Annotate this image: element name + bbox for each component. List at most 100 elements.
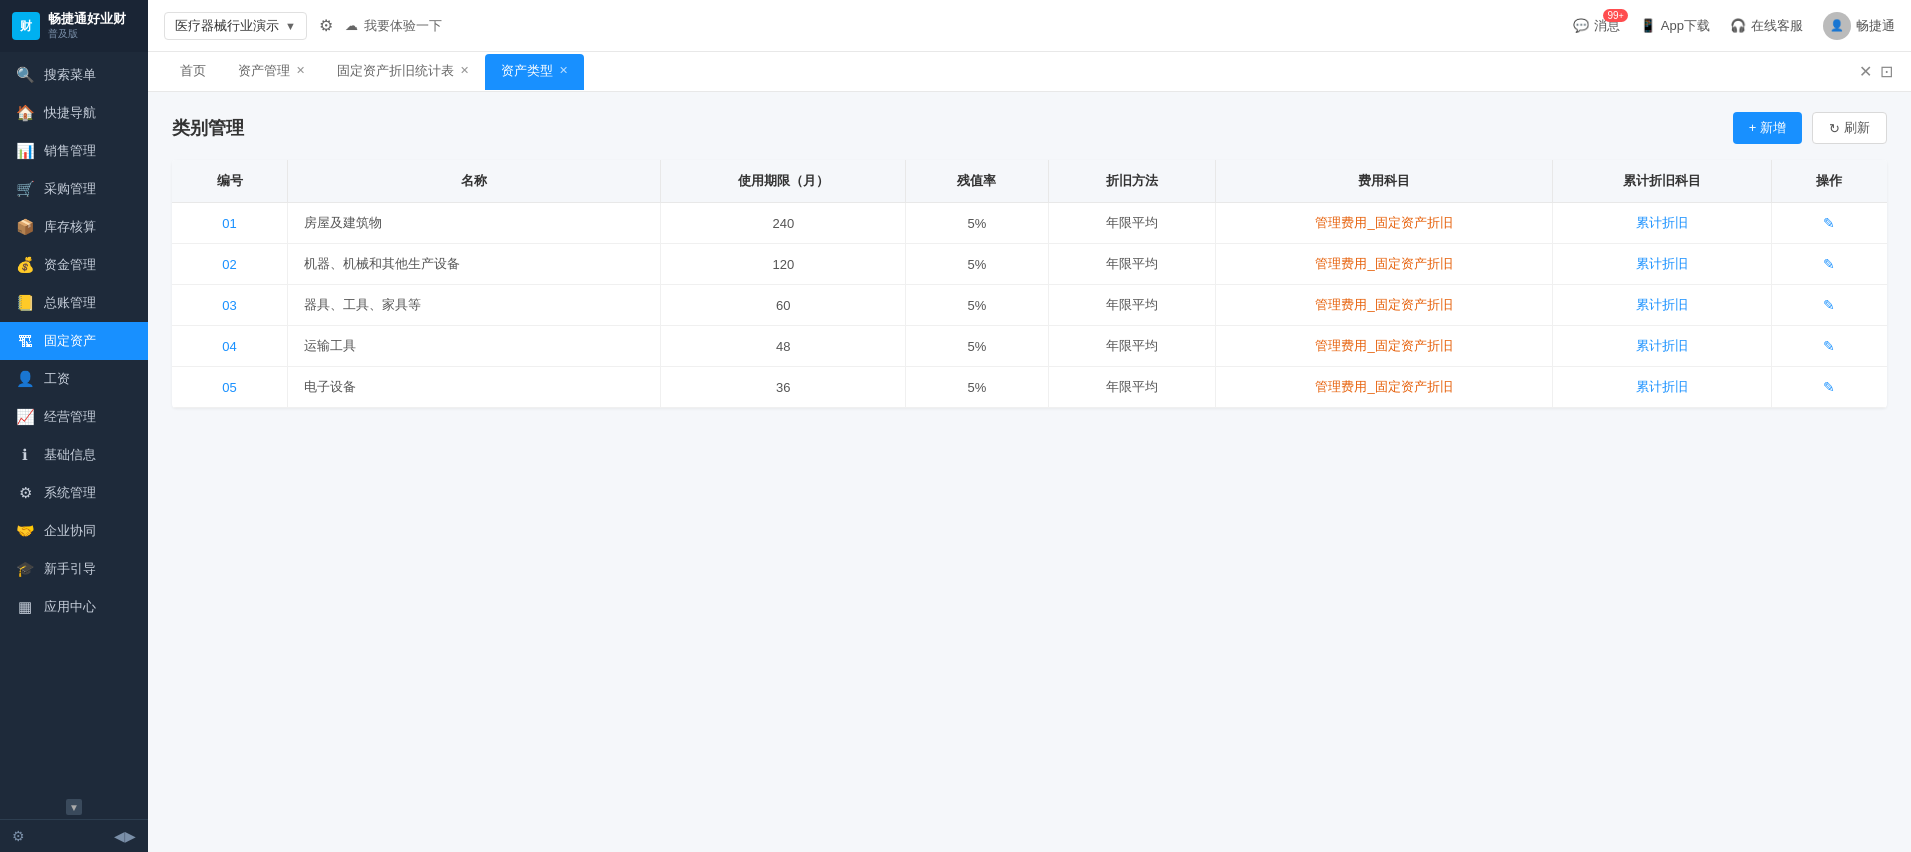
app-subtitle: 普及版 xyxy=(48,27,126,41)
sidebar-item-label: 基础信息 xyxy=(44,446,96,464)
sidebar-item-label: 快捷导航 xyxy=(44,104,96,122)
table-row: 05 电子设备 36 5% 年限平均 管理费用_固定资产折旧 累计折旧 ✎ xyxy=(172,367,1887,408)
cell-name: 运输工具 xyxy=(288,326,661,367)
cell-name: 机器、机械和其他生产设备 xyxy=(288,244,661,285)
business-icon: 📈 xyxy=(16,408,34,426)
new-button-label: + 新增 xyxy=(1749,119,1786,137)
experience-label: 我要体验一下 xyxy=(364,17,442,35)
cell-residual: 5% xyxy=(906,244,1048,285)
cell-residual: 5% xyxy=(906,326,1048,367)
company-selector[interactable]: 医疗器械行业演示 ▼ xyxy=(164,12,307,40)
sidebar-item-label: 新手引导 xyxy=(44,560,96,578)
topbar: 医疗器械行业演示 ▼ ⚙ ☁ 我要体验一下 💬 消息 99 📱 App下载 🎧 … xyxy=(148,0,1911,52)
system-icon: ⚙ xyxy=(16,484,34,502)
sidebar-item-guide[interactable]: 🎓 新手引导 xyxy=(0,550,148,588)
sidebar-item-payroll[interactable]: 👤 工资 xyxy=(0,360,148,398)
sidebar-item-business[interactable]: 📈 经营管理 xyxy=(0,398,148,436)
tab-资产管理[interactable]: 资产管理✕ xyxy=(222,54,321,90)
sidebar-item-label: 销售管理 xyxy=(44,142,96,160)
sidebar-item-label: 系统管理 xyxy=(44,484,96,502)
settings-icon[interactable]: ⚙ xyxy=(319,16,333,35)
collapse-icon[interactable]: ◀▶ xyxy=(114,828,136,844)
inventory-icon: 📦 xyxy=(16,218,34,236)
customer-service-label: 在线客服 xyxy=(1751,17,1803,35)
sidebar-item-quick-nav[interactable]: 🏠 快捷导航 xyxy=(0,94,148,132)
new-button[interactable]: + 新增 xyxy=(1733,112,1802,144)
sidebar-scroll-down[interactable]: ▼ xyxy=(66,799,82,815)
sidebar-item-purchase[interactable]: 🛒 采购管理 xyxy=(0,170,148,208)
sidebar-item-enterprise[interactable]: 🤝 企业协同 xyxy=(0,512,148,550)
user-name: 畅捷通 xyxy=(1856,17,1895,35)
cell-id: 03 xyxy=(172,285,288,326)
sidebar-item-label: 总账管理 xyxy=(44,294,96,312)
tab-close-icon[interactable]: ✕ xyxy=(460,64,469,77)
tab-close-icon[interactable]: ✕ xyxy=(559,64,568,77)
cell-accum: 累计折旧 xyxy=(1552,285,1771,326)
sidebar-item-fixed-assets[interactable]: 🏗 固定资产 xyxy=(0,322,148,360)
sidebar-item-label: 固定资产 xyxy=(44,332,96,350)
edit-icon[interactable]: ✎ xyxy=(1823,379,1835,395)
sidebar-item-ledger[interactable]: 📒 总账管理 xyxy=(0,284,148,322)
asset-type-table: 编号名称使用期限（月）残值率折旧方法费用科目累计折旧科目操作 01 房屋及建筑物… xyxy=(172,160,1887,408)
col-header: 残值率 xyxy=(906,160,1048,203)
tab-close-icon[interactable]: ✕ xyxy=(296,64,305,77)
refresh-label: 刷新 xyxy=(1844,119,1870,137)
table-header-row: 编号名称使用期限（月）残值率折旧方法费用科目累计折旧科目操作 xyxy=(172,160,1887,203)
cell-fee: 管理费用_固定资产折旧 xyxy=(1216,203,1552,244)
cell-residual: 5% xyxy=(906,367,1048,408)
edit-icon[interactable]: ✎ xyxy=(1823,338,1835,354)
page-header: 类别管理 + 新增 ↻ 刷新 xyxy=(172,112,1887,144)
cell-id: 01 xyxy=(172,203,288,244)
tab-固定资产折旧统计表[interactable]: 固定资产折旧统计表 ✕ xyxy=(321,54,485,90)
table-row: 03 器具、工具、家具等 60 5% 年限平均 管理费用_固定资产折旧 累计折旧… xyxy=(172,285,1887,326)
col-header: 累计折旧科目 xyxy=(1552,160,1771,203)
sidebar-item-app-center[interactable]: ▦ 应用中心 xyxy=(0,588,148,626)
customer-service-btn[interactable]: 🎧 在线客服 xyxy=(1730,17,1803,35)
page-title: 类别管理 xyxy=(172,116,244,140)
tab-资产类型[interactable]: 资产类型✕ xyxy=(485,54,584,90)
customer-service-icon: 🎧 xyxy=(1730,18,1746,33)
sidebar-item-label: 搜索菜单 xyxy=(44,66,96,84)
main-area: 医疗器械行业演示 ▼ ⚙ ☁ 我要体验一下 💬 消息 99 📱 App下载 🎧 … xyxy=(148,0,1911,852)
col-header: 编号 xyxy=(172,160,288,203)
sidebar-item-inventory[interactable]: 📦 库存核算 xyxy=(0,208,148,246)
cell-accum: 累计折旧 xyxy=(1552,203,1771,244)
col-header: 折旧方法 xyxy=(1048,160,1216,203)
cell-action: ✎ xyxy=(1771,203,1887,244)
app-download-btn[interactable]: 📱 App下载 xyxy=(1640,17,1710,35)
dropdown-icon: ▼ xyxy=(285,20,296,32)
quick-nav-icon: 🏠 xyxy=(16,104,34,122)
page-actions: + 新增 ↻ 刷新 xyxy=(1733,112,1887,144)
cell-period: 36 xyxy=(661,367,906,408)
sidebar-nav: 🔍 搜索菜单 🏠 快捷导航 📊 销售管理 🛒 采购管理 📦 库存核算 💰 资金管… xyxy=(0,52,148,799)
cell-accum: 累计折旧 xyxy=(1552,367,1771,408)
tab-首页[interactable]: 首页 xyxy=(164,54,222,90)
sidebar-item-sales[interactable]: 📊 销售管理 xyxy=(0,132,148,170)
maximize-btn[interactable]: ⊡ xyxy=(1878,60,1895,83)
sidebar-item-label: 应用中心 xyxy=(44,598,96,616)
col-header: 操作 xyxy=(1771,160,1887,203)
edit-icon[interactable]: ✎ xyxy=(1823,297,1835,313)
experience-btn[interactable]: ☁ 我要体验一下 xyxy=(345,17,442,35)
edit-icon[interactable]: ✎ xyxy=(1823,256,1835,272)
payroll-icon: 👤 xyxy=(16,370,34,388)
edit-icon[interactable]: ✎ xyxy=(1823,215,1835,231)
tab-label: 固定资产折旧统计表 xyxy=(337,62,454,80)
refresh-button[interactable]: ↻ 刷新 xyxy=(1812,112,1887,144)
message-btn[interactable]: 💬 消息 99 xyxy=(1573,17,1620,35)
sidebar-item-capital[interactable]: 💰 资金管理 xyxy=(0,246,148,284)
sidebar-item-label: 工资 xyxy=(44,370,70,388)
table-row: 04 运输工具 48 5% 年限平均 管理费用_固定资产折旧 累计折旧 ✎ xyxy=(172,326,1887,367)
app-download-label: App下载 xyxy=(1661,17,1710,35)
sidebar-item-basic-info[interactable]: ℹ 基础信息 xyxy=(0,436,148,474)
sidebar-item-label: 采购管理 xyxy=(44,180,96,198)
user-profile-btn[interactable]: 👤 畅捷通 xyxy=(1823,12,1895,40)
cell-name: 电子设备 xyxy=(288,367,661,408)
cell-fee: 管理费用_固定资产折旧 xyxy=(1216,285,1552,326)
sidebar-item-search[interactable]: 🔍 搜索菜单 xyxy=(0,56,148,94)
settings-icon[interactable]: ⚙ xyxy=(12,828,25,844)
cell-method: 年限平均 xyxy=(1048,367,1216,408)
cell-period: 60 xyxy=(661,285,906,326)
sidebar-item-system[interactable]: ⚙ 系统管理 xyxy=(0,474,148,512)
close-tab-btn[interactable]: ✕ xyxy=(1857,60,1874,83)
